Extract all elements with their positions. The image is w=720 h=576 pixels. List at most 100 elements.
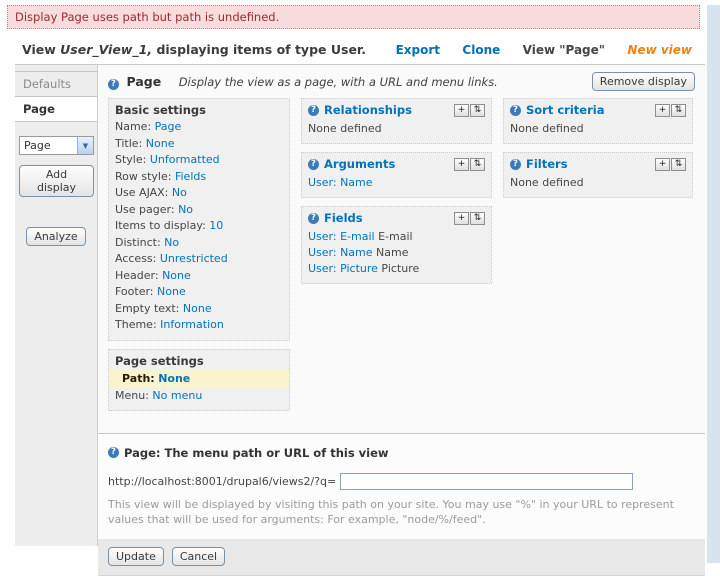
arguments-box-head: ? Arguments + ⇅ xyxy=(308,157,485,171)
display-type-select-value: Page xyxy=(24,139,51,152)
url-prefix: http://localhost:8001/drupal6/views2/?q= xyxy=(108,474,337,488)
updown-arrows-icon: ⇅ xyxy=(674,159,683,169)
new-view-link[interactable]: New view xyxy=(627,43,692,57)
add-display-button[interactable]: Add display xyxy=(19,165,94,197)
page-settings-box: Page settings Path: None Menu: No menu xyxy=(108,348,290,411)
help-icon[interactable]: ? xyxy=(108,447,119,458)
field-item-label: Name xyxy=(376,246,409,259)
basic-settings-title: Basic settings xyxy=(115,103,206,117)
plus-icon: + xyxy=(658,159,667,169)
filters-box-head: ? Filters + ⇅ xyxy=(510,157,686,171)
argument-item-link[interactable]: User: Name xyxy=(308,176,373,189)
setting-label: Footer: xyxy=(115,285,154,298)
form-title-row: ? Page: The menu path or URL of this vie… xyxy=(98,446,705,460)
view-page-link[interactable]: View "Page" xyxy=(523,43,605,57)
setting-value-link[interactable]: None xyxy=(183,302,212,315)
settings-columns: Basic settings Name: Page Title: None St… xyxy=(98,98,705,419)
add-relationship-icon-button[interactable]: + xyxy=(454,103,469,117)
help-icon[interactable]: ? xyxy=(108,79,119,90)
clone-link[interactable]: Clone xyxy=(462,43,500,57)
form-buttons-strip: Update Cancel xyxy=(98,538,705,576)
help-icon[interactable]: ? xyxy=(308,104,319,116)
setting-row-footer: Footer: None xyxy=(115,284,283,301)
add-argument-icon-button[interactable]: + xyxy=(454,157,469,171)
field-item-label: E-mail xyxy=(378,230,413,243)
sort-criteria-title-link[interactable]: Sort criteria xyxy=(526,103,655,117)
setting-value-link[interactable]: Page xyxy=(155,120,182,133)
field-item-link[interactable]: User: E-mail xyxy=(308,230,375,243)
display-tabs-column: Defaults Page Page ▼ Add display Analyze xyxy=(15,65,98,546)
setting-value-link[interactable]: Unformatted xyxy=(150,153,220,166)
display-header: ? Page Display the view as a page, with … xyxy=(98,65,705,98)
column-middle: ? Relationships + ⇅ None defined ? Argum… xyxy=(301,98,492,419)
setting-row-use-ajax: Use AJAX: No xyxy=(115,185,283,202)
setting-row-empty-text: Empty text: None xyxy=(115,301,283,318)
view-title-suffix: displaying items of type User. xyxy=(156,42,367,57)
update-button[interactable]: Update xyxy=(108,546,164,566)
error-message-banner: Display Page uses path but path is undef… xyxy=(7,5,700,29)
display-type-select[interactable]: Page ▼ xyxy=(19,136,94,155)
path-label: Path: xyxy=(122,371,155,385)
setting-value-link[interactable]: Unrestricted xyxy=(160,252,228,265)
rearrange-fields-icon-button[interactable]: ⇅ xyxy=(470,211,485,225)
view-title: View User_View_1, displaying items of ty… xyxy=(22,42,366,57)
setting-row-items-to-display: Items to display: 10 xyxy=(115,218,283,235)
help-icon[interactable]: ? xyxy=(308,158,319,170)
filters-ops: + ⇅ xyxy=(655,157,686,171)
add-sort-icon-button[interactable]: + xyxy=(655,103,670,117)
setting-value-link[interactable]: No xyxy=(172,186,187,199)
add-filter-icon-button[interactable]: + xyxy=(655,157,670,171)
setting-label: Items to display: xyxy=(115,219,206,232)
setting-label: Theme: xyxy=(115,318,157,331)
view-name: User_View_1, xyxy=(60,42,153,57)
tab-defaults[interactable]: Defaults xyxy=(15,72,97,97)
setting-row-distinct: Distinct: No xyxy=(115,235,283,252)
setting-label: Title: xyxy=(115,136,143,150)
rearrange-sorts-icon-button[interactable]: ⇅ xyxy=(671,103,686,117)
menu-value-link[interactable]: No menu xyxy=(152,389,202,402)
setting-row-row-style: Row style: Fields xyxy=(115,169,283,186)
fields-box: ? Fields + ⇅ User: E-mail E-mail User: N… xyxy=(301,206,492,284)
field-item-name: User: Name Name xyxy=(308,245,485,261)
setting-value-link[interactable]: 10 xyxy=(209,219,223,232)
help-icon[interactable]: ? xyxy=(510,104,521,116)
setting-value-link[interactable]: Fields xyxy=(175,170,206,183)
rearrange-arguments-icon-button[interactable]: ⇅ xyxy=(470,157,485,171)
field-item-email: User: E-mail E-mail xyxy=(308,229,485,245)
setting-value-link[interactable]: None xyxy=(146,137,175,150)
arguments-box: ? Arguments + ⇅ User: Name xyxy=(301,152,492,198)
filters-empty-text: None defined xyxy=(510,176,584,189)
setting-value-link[interactable]: None xyxy=(162,269,191,282)
view-header: View User_View_1, displaying items of ty… xyxy=(22,42,692,57)
tab-page[interactable]: Page xyxy=(15,97,97,122)
rearrange-relationships-icon-button[interactable]: ⇅ xyxy=(470,103,485,117)
setting-value-link[interactable]: Information xyxy=(160,318,224,331)
rearrange-filters-icon-button[interactable]: ⇅ xyxy=(671,157,686,171)
cancel-button[interactable]: Cancel xyxy=(171,546,226,566)
path-input[interactable] xyxy=(340,472,634,490)
field-item-picture: User: Picture Picture xyxy=(308,261,485,277)
arguments-title-link[interactable]: Arguments xyxy=(324,157,454,171)
setting-value-link[interactable]: No xyxy=(164,236,179,249)
setting-row-name: Name: Page xyxy=(115,119,283,136)
setting-value-link[interactable]: No xyxy=(178,203,193,216)
sidebar-controls: Page ▼ Add display Analyze xyxy=(15,122,97,246)
help-icon[interactable]: ? xyxy=(308,212,319,224)
setting-value-link[interactable]: None xyxy=(157,285,186,298)
help-icon[interactable]: ? xyxy=(510,158,521,170)
analyze-button[interactable]: Analyze xyxy=(26,227,86,246)
export-link[interactable]: Export xyxy=(396,43,440,57)
setting-row-use-pager: Use pager: No xyxy=(115,202,283,219)
filters-title-link[interactable]: Filters xyxy=(526,157,655,171)
field-item-link[interactable]: User: Picture xyxy=(308,262,378,275)
basic-settings-box: Basic settings Name: Page Title: None St… xyxy=(108,98,290,341)
remove-display-button[interactable]: Remove display xyxy=(591,72,695,91)
setting-label: Row style: xyxy=(115,169,172,183)
field-item-link[interactable]: User: Name xyxy=(308,246,373,259)
add-field-icon-button[interactable]: + xyxy=(454,211,469,225)
fields-title-link[interactable]: Fields xyxy=(324,211,454,225)
path-value-link[interactable]: None xyxy=(158,372,190,385)
url-row: http://localhost:8001/drupal6/views2/?q= xyxy=(98,460,705,492)
view-actions: Export Clone View "Page" New view xyxy=(378,42,692,57)
relationships-title-link[interactable]: Relationships xyxy=(324,103,454,117)
